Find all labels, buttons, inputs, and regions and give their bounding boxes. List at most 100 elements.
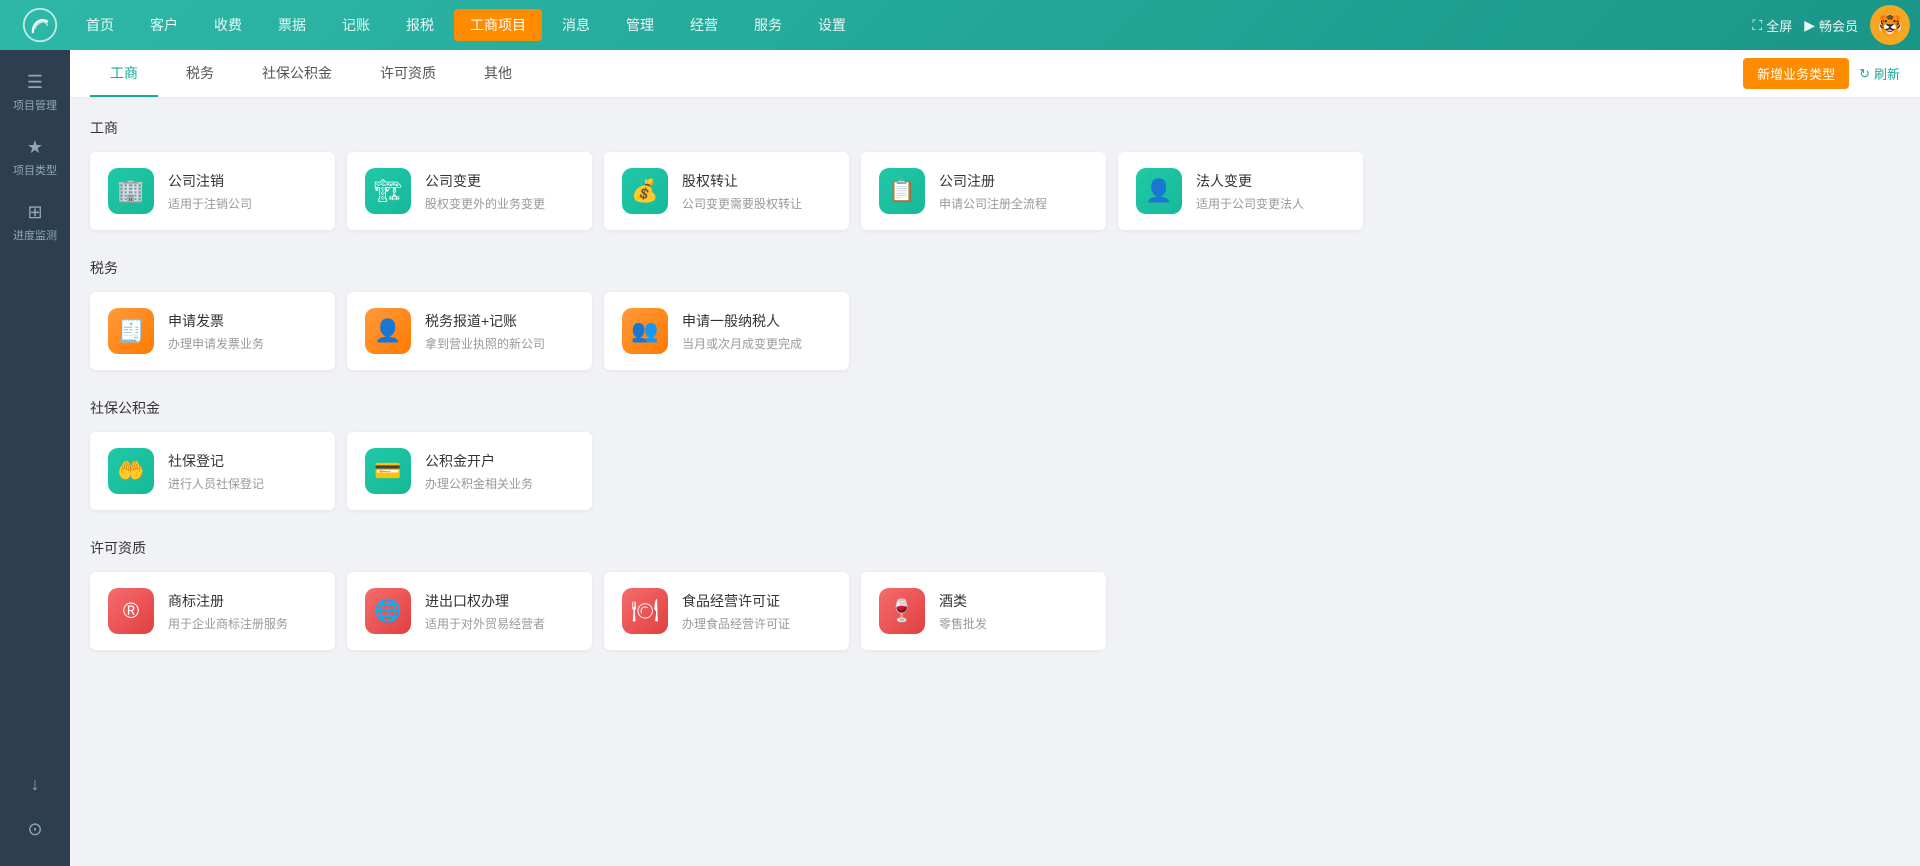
nav-industrial[interactable]: 工商项目 bbox=[454, 9, 542, 41]
nav-items: 首页 客户 收费 票据 记账 报税 工商项目 消息 管理 经营 服务 设置 bbox=[70, 9, 1752, 41]
nav-message[interactable]: 消息 bbox=[546, 9, 606, 41]
sidebar-settings-btn[interactable]: ⊙ bbox=[27, 809, 42, 850]
vip-icon: ▶ bbox=[1804, 17, 1815, 34]
food-license-icon: 🍽 bbox=[622, 588, 668, 634]
general-taxpayer-icon: 👥 bbox=[622, 308, 668, 354]
nav-manage[interactable]: 管理 bbox=[610, 9, 670, 41]
card-text-social-register: 社保登记 进行人员社保登记 bbox=[168, 451, 264, 492]
invoice-apply-icon: 🧾 bbox=[108, 308, 154, 354]
new-type-button[interactable]: 新增业务类型 bbox=[1743, 58, 1849, 89]
refresh-button[interactable]: ↻ 刷新 bbox=[1859, 64, 1900, 83]
fullscreen-label: 全屏 bbox=[1766, 16, 1792, 35]
card-title-company-change: 公司变更 bbox=[425, 171, 545, 191]
tab-social-fund[interactable]: 社保公积金 bbox=[242, 50, 352, 97]
card-legal-person-change[interactable]: 👤 法人变更 适用于公司变更法人 bbox=[1118, 152, 1363, 230]
sidebar-label-project-management: 项目管理 bbox=[13, 97, 57, 113]
card-title-invoice-apply: 申请发票 bbox=[168, 311, 264, 331]
card-text-food-license: 食品经营许可证 办理食品经营许可证 bbox=[682, 591, 790, 632]
section-tax: 税务 🧾 申请发票 办理申请发票业务 👤 税务报道+记账 拿到营业执照 bbox=[90, 258, 1900, 370]
section-industrial: 工商 🏢 公司注销 适用于注销公司 🏗 公司变更 股权变更外的业务变更 bbox=[90, 118, 1900, 230]
card-text-company-cancel: 公司注销 适用于注销公司 bbox=[168, 171, 252, 212]
card-company-change[interactable]: 🏗 公司变更 股权变更外的业务变更 bbox=[347, 152, 592, 230]
card-desc-company-change: 股权变更外的业务变更 bbox=[425, 195, 545, 212]
card-alcohol[interactable]: 🍷 酒类 零售批发 bbox=[861, 572, 1106, 650]
nav-operation[interactable]: 经营 bbox=[674, 9, 734, 41]
section-title-license: 许可资质 bbox=[90, 538, 1900, 558]
tax-report-icon: 👤 bbox=[365, 308, 411, 354]
card-equity-transfer[interactable]: 💰 股权转让 公司变更需要股权转让 bbox=[604, 152, 849, 230]
sidebar-item-progress[interactable]: ⊞ 进度监测 bbox=[0, 190, 70, 255]
cards-grid-industrial: 🏢 公司注销 适用于注销公司 🏗 公司变更 股权变更外的业务变更 bbox=[90, 152, 1900, 230]
legal-person-icon: 👤 bbox=[1136, 168, 1182, 214]
card-text-company-change: 公司变更 股权变更外的业务变更 bbox=[425, 171, 545, 212]
card-general-taxpayer[interactable]: 👥 申请一般纳税人 当月或次月成变更完成 bbox=[604, 292, 849, 370]
cards-grid-license: ® 商标注册 用于企业商标注册服务 🌐 进出口权办理 适用于对外贸易经营者 bbox=[90, 572, 1900, 650]
card-title-trademark: 商标注册 bbox=[168, 591, 288, 611]
scroll-content[interactable]: 工商 🏢 公司注销 适用于注销公司 🏗 公司变更 股权变更外的业务变更 bbox=[70, 98, 1920, 866]
star-icon: ★ bbox=[27, 137, 43, 158]
card-invoice-apply[interactable]: 🧾 申请发票 办理申请发票业务 bbox=[90, 292, 335, 370]
card-social-register[interactable]: 🤲 社保登记 进行人员社保登记 bbox=[90, 432, 335, 510]
download-icon: ↓ bbox=[31, 774, 40, 795]
card-desc-trademark: 用于企业商标注册服务 bbox=[168, 615, 288, 632]
card-trademark[interactable]: ® 商标注册 用于企业商标注册服务 bbox=[90, 572, 335, 650]
vip-btn[interactable]: ▶ 畅会员 bbox=[1804, 16, 1858, 35]
trademark-icon: ® bbox=[108, 588, 154, 634]
nav-bookkeeping[interactable]: 记账 bbox=[326, 9, 386, 41]
card-desc-company-cancel: 适用于注销公司 bbox=[168, 195, 252, 212]
card-company-register[interactable]: 📋 公司注册 申请公司注册全流程 bbox=[861, 152, 1106, 230]
tab-other[interactable]: 其他 bbox=[464, 50, 532, 97]
grid-icon: ⊞ bbox=[27, 202, 42, 223]
sidebar-bottom: ↓ ⊙ bbox=[27, 764, 42, 866]
nav-customer[interactable]: 客户 bbox=[134, 9, 194, 41]
nav-ticket[interactable]: 票据 bbox=[262, 9, 322, 41]
tab-bar: 工商 税务 社保公积金 许可资质 其他 新增业务类型 ↻ 刷新 bbox=[70, 50, 1920, 98]
nav-fee[interactable]: 收费 bbox=[198, 9, 258, 41]
section-social-fund: 社保公积金 🤲 社保登记 进行人员社保登记 💳 公积金开户 办理公积金 bbox=[90, 398, 1900, 510]
tab-license[interactable]: 许可资质 bbox=[360, 50, 456, 97]
card-text-company-register: 公司注册 申请公司注册全流程 bbox=[939, 171, 1047, 212]
content-area: 工商 税务 社保公积金 许可资质 其他 新增业务类型 ↻ 刷新 工商 bbox=[70, 50, 1920, 866]
card-desc-tax-report: 拿到营业执照的新公司 bbox=[425, 335, 545, 352]
tab-industrial[interactable]: 工商 bbox=[90, 50, 158, 97]
company-register-icon: 📋 bbox=[879, 168, 925, 214]
tab-tax[interactable]: 税务 bbox=[166, 50, 234, 97]
sidebar-item-project-management[interactable]: ☰ 项目管理 bbox=[0, 60, 70, 125]
company-change-icon: 🏗 bbox=[365, 168, 411, 214]
fullscreen-btn[interactable]: ⛶ 全屏 bbox=[1752, 16, 1792, 35]
cards-grid-social-fund: 🤲 社保登记 进行人员社保登记 💳 公积金开户 办理公积金相关业务 bbox=[90, 432, 1900, 510]
mascot-avatar[interactable]: 🐯 bbox=[1870, 5, 1910, 45]
nav-tax[interactable]: 报税 bbox=[390, 9, 450, 41]
card-desc-food-license: 办理食品经营许可证 bbox=[682, 615, 790, 632]
company-cancel-icon: 🏢 bbox=[108, 168, 154, 214]
sidebar-label-project-type: 项目类型 bbox=[13, 162, 57, 178]
sidebar-label-progress: 进度监测 bbox=[13, 227, 57, 243]
card-tax-report[interactable]: 👤 税务报道+记账 拿到营业执照的新公司 bbox=[347, 292, 592, 370]
card-desc-invoice-apply: 办理申请发票业务 bbox=[168, 335, 264, 352]
card-desc-company-register: 申请公司注册全流程 bbox=[939, 195, 1047, 212]
section-license: 许可资质 ® 商标注册 用于企业商标注册服务 🌐 进出口权办理 适用于对 bbox=[90, 538, 1900, 650]
sidebar-download-btn[interactable]: ↓ bbox=[27, 764, 42, 805]
card-title-general-taxpayer: 申请一般纳税人 bbox=[682, 311, 802, 331]
fullscreen-icon: ⛶ bbox=[1752, 17, 1762, 34]
card-title-fund-open: 公积金开户 bbox=[425, 451, 533, 471]
top-navigation: 首页 客户 收费 票据 记账 报税 工商项目 消息 管理 经营 服务 设置 ⛶ … bbox=[0, 0, 1920, 50]
nav-right: ⛶ 全屏 ▶ 畅会员 🐯 bbox=[1752, 5, 1910, 45]
refresh-icon: ↻ bbox=[1859, 66, 1870, 82]
card-fund-open[interactable]: 💳 公积金开户 办理公积金相关业务 bbox=[347, 432, 592, 510]
nav-settings[interactable]: 设置 bbox=[802, 9, 862, 41]
nav-home[interactable]: 首页 bbox=[70, 9, 130, 41]
card-title-food-license: 食品经营许可证 bbox=[682, 591, 790, 611]
card-import-export[interactable]: 🌐 进出口权办理 适用于对外贸易经营者 bbox=[347, 572, 592, 650]
card-company-cancel[interactable]: 🏢 公司注销 适用于注销公司 bbox=[90, 152, 335, 230]
card-text-legal-person-change: 法人变更 适用于公司变更法人 bbox=[1196, 171, 1304, 212]
card-food-license[interactable]: 🍽 食品经营许可证 办理食品经营许可证 bbox=[604, 572, 849, 650]
sidebar-item-project-type[interactable]: ★ 项目类型 bbox=[0, 125, 70, 190]
card-desc-legal-person-change: 适用于公司变更法人 bbox=[1196, 195, 1304, 212]
card-title-equity-transfer: 股权转让 bbox=[682, 171, 802, 191]
equity-transfer-icon: 💰 bbox=[622, 168, 668, 214]
card-text-alcohol: 酒类 零售批发 bbox=[939, 591, 987, 632]
card-text-fund-open: 公积金开户 办理公积金相关业务 bbox=[425, 451, 533, 492]
refresh-label: 刷新 bbox=[1874, 64, 1900, 83]
nav-service[interactable]: 服务 bbox=[738, 9, 798, 41]
